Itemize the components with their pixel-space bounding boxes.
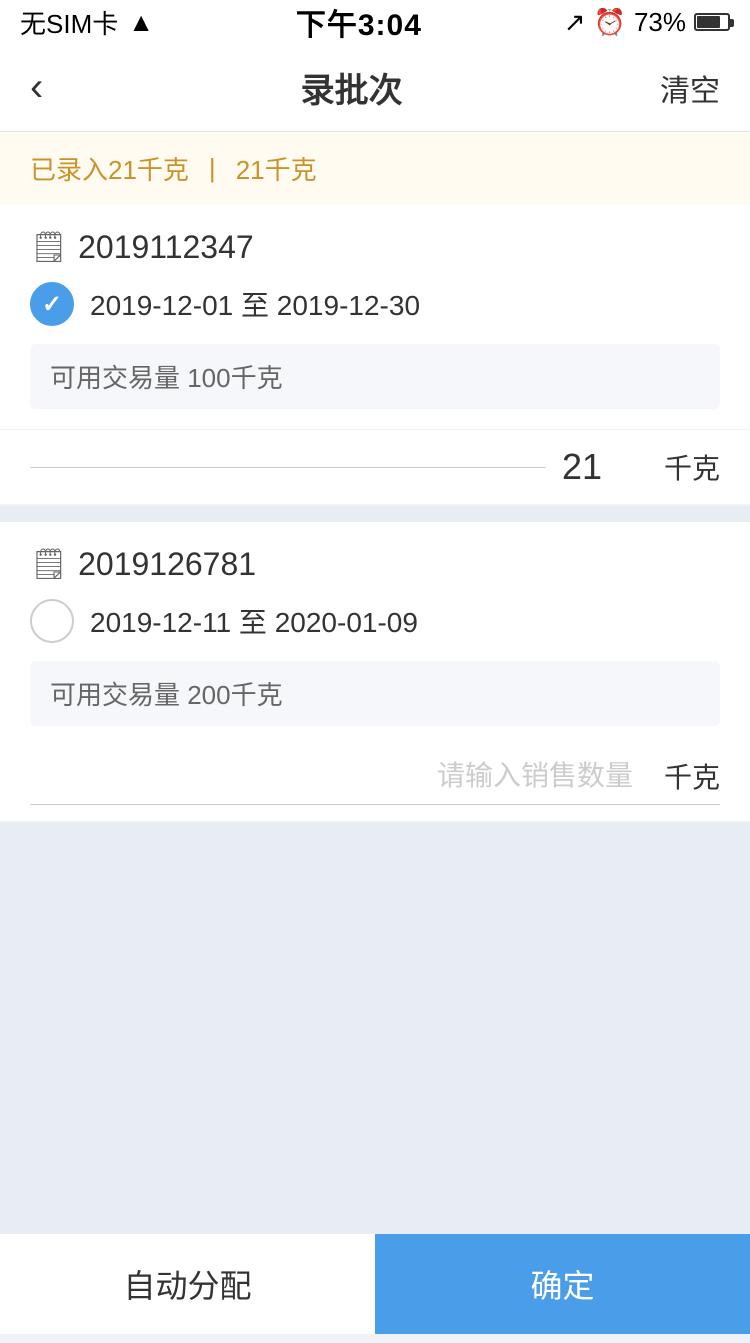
batch-header-0: 🗒 2019112347: [0, 205, 750, 274]
confirm-button[interactable]: 确定: [375, 1234, 750, 1334]
auto-distribute-button[interactable]: 自动分配: [0, 1234, 375, 1334]
quantity-input-1[interactable]: [30, 760, 648, 792]
summary-divider: |: [209, 153, 216, 184]
bottom-bar: 自动分配 确定: [0, 1234, 750, 1334]
battery-icon: [694, 13, 730, 31]
batch-date-1: 2019-12-11 至 2020-01-09: [90, 601, 418, 641]
batch-id-1: 2019126781: [78, 546, 256, 583]
page-title: 录批次: [301, 63, 403, 112]
checkmark-0: ✓: [42, 290, 62, 319]
clear-button[interactable]: 清空: [660, 66, 720, 110]
amount-value-0: 21: [562, 446, 602, 488]
radio-1[interactable]: [30, 599, 74, 643]
summary-value: 21千克: [236, 150, 317, 187]
batch-icon-1: 🗒: [30, 547, 68, 582]
radio-0[interactable]: ✓: [30, 282, 74, 326]
batch-quota-1: 可用交易量 200千克: [30, 661, 720, 726]
alarm-icon: ⏰: [594, 7, 626, 38]
batch-icon-0: 🗒: [30, 230, 68, 265]
batch-header-1: 🗒 2019126781: [0, 522, 750, 591]
battery-text: 73%: [634, 7, 686, 38]
batch-date-0: 2019-12-01 至 2019-12-30: [90, 284, 420, 324]
wifi-icon: ▲: [128, 7, 154, 38]
batch-item-0: 🗒 2019112347 ✓ 2019-12-01 至 2019-12-30 可…: [0, 205, 750, 504]
nav-bar: ‹ 录批次 清空: [0, 44, 750, 132]
carrier-text: 无SIM卡: [20, 4, 118, 41]
batch-separator: [0, 506, 750, 522]
batch-date-row-1[interactable]: 2019-12-11 至 2020-01-09: [0, 591, 750, 651]
status-time: 下午3:04: [296, 0, 422, 44]
amount-underline-0: [30, 467, 546, 468]
batch-date-row-0[interactable]: ✓ 2019-12-01 至 2019-12-30: [0, 274, 750, 334]
amount-row-0: 21 千克: [0, 429, 750, 504]
amount-unit-0: 千克: [664, 447, 720, 487]
location-icon: ↗: [564, 7, 586, 38]
status-right: ↗ ⏰ 73%: [564, 7, 730, 38]
empty-area: [0, 823, 750, 1243]
input-unit-1: 千克: [664, 756, 720, 796]
summary-bar: 已录入21千克 | 21千克: [0, 132, 750, 205]
status-bar: 无SIM卡 ▲ 下午3:04 ↗ ⏰ 73%: [0, 0, 750, 44]
status-left: 无SIM卡 ▲: [20, 4, 154, 41]
batch-item-1: 🗒 2019126781 2019-12-11 至 2020-01-09 可用交…: [0, 522, 750, 821]
input-row-1: 千克: [0, 746, 750, 821]
summary-label: 已录入21千克: [30, 150, 189, 187]
batch-quota-0: 可用交易量 100千克: [30, 344, 720, 409]
back-button[interactable]: ‹: [30, 65, 43, 110]
batch-id-0: 2019112347: [78, 229, 254, 266]
